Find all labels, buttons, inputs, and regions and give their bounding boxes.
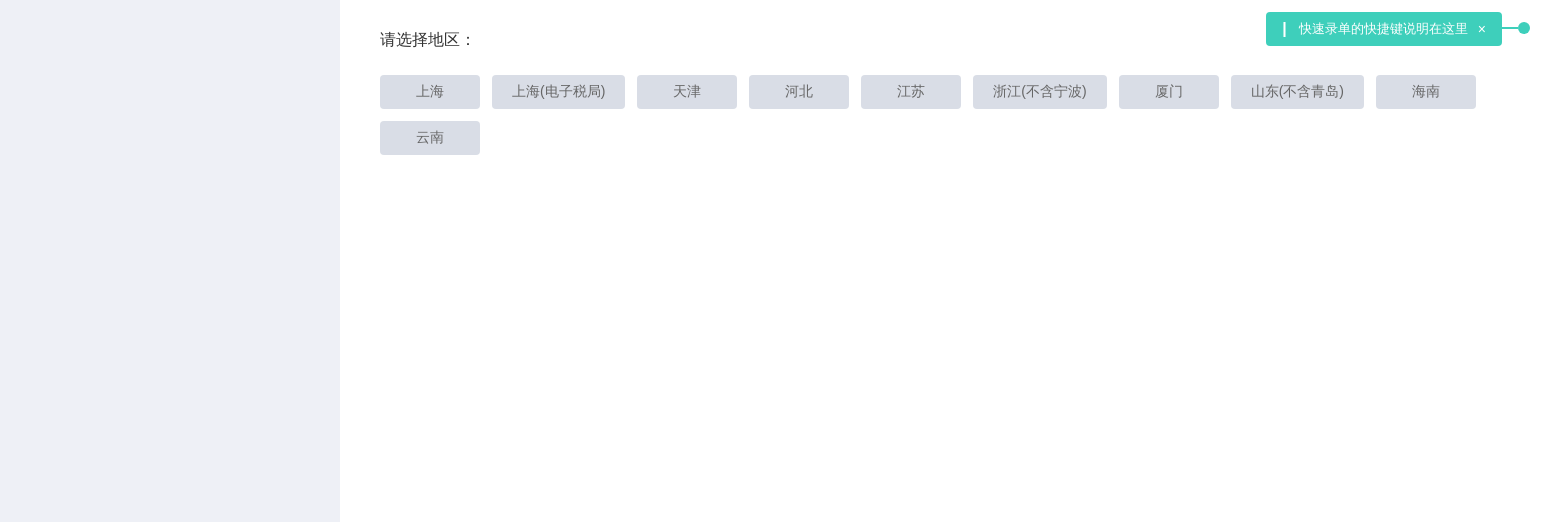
tooltip-connector-line: [1498, 27, 1518, 29]
region-button-shanghai-etax[interactable]: 上海(电子税局): [492, 75, 625, 109]
tooltip-connector-dot: [1518, 22, 1530, 34]
region-button-zhejiang[interactable]: 浙江(不含宁波): [973, 75, 1106, 109]
region-button-hebei[interactable]: 河北: [749, 75, 849, 109]
main-content: 请选择地区： 上海上海(电子税局)天津河北江苏浙江(不含宁波)厦门山东(不含青岛…: [340, 0, 1562, 522]
region-button-jiangsu[interactable]: 江苏: [861, 75, 961, 109]
region-buttons-container: 上海上海(电子税局) 天津河北江苏浙江(不含宁波) 厦门山东(不含青岛) 海南云南: [380, 75, 1522, 155]
region-button-xiamen[interactable]: 厦门: [1119, 75, 1219, 109]
region-button-yunnan[interactable]: 云南: [380, 121, 480, 155]
region-button-hainan[interactable]: 海南: [1376, 75, 1476, 109]
tooltip-text: 快速录单的快捷键说明在这里: [1299, 20, 1468, 38]
tooltip-banner: 快速录单的快捷键说明在这里 ×: [1266, 12, 1502, 46]
sidebar: [0, 0, 340, 522]
region-button-shanghai[interactable]: 上海: [380, 75, 480, 109]
region-button-tianjin[interactable]: 天津: [637, 75, 737, 109]
tooltip-close-button[interactable]: ×: [1478, 21, 1486, 37]
region-button-shandong[interactable]: 山东(不含青岛): [1231, 75, 1364, 109]
